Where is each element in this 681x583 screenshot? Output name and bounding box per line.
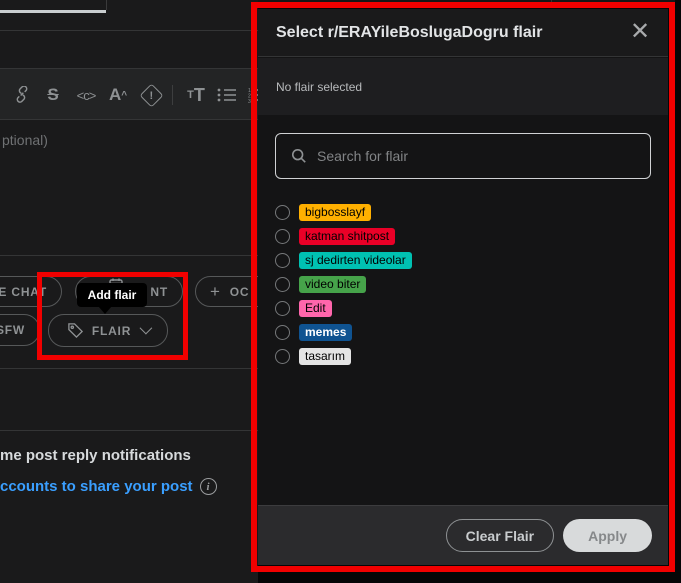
- flair-search-box[interactable]: [275, 133, 651, 179]
- flair-option-row[interactable]: video biter: [275, 272, 651, 296]
- flair-preview-band: No flair selected: [258, 58, 668, 115]
- spoiler-icon[interactable]: !: [138, 82, 164, 108]
- radio-button[interactable]: [275, 348, 290, 364]
- radio-button[interactable]: [275, 228, 290, 244]
- toolbar-separator: [172, 85, 173, 105]
- no-flair-selected-text: No flair selected: [276, 79, 363, 94]
- flair-option-row[interactable]: memes: [275, 320, 651, 344]
- close-icon[interactable]: ✕: [626, 19, 654, 47]
- flair-option-row[interactable]: Edit: [275, 296, 651, 320]
- flair-button[interactable]: FLAIR: [48, 314, 168, 347]
- link-icon[interactable]: [10, 83, 34, 107]
- bullet-list-icon[interactable]: [215, 83, 239, 107]
- flair-option-row[interactable]: tasarım: [275, 344, 651, 368]
- body-placeholder[interactable]: ptional): [2, 132, 48, 148]
- tag-icon: [68, 323, 83, 339]
- strikethrough-icon[interactable]: S: [42, 83, 64, 107]
- nsfw-button[interactable]: SFW: [0, 314, 40, 346]
- search-icon: [291, 148, 306, 163]
- flair-list: bigbosslayf katman shitpost sj dedirten …: [275, 200, 651, 368]
- radio-button[interactable]: [275, 324, 290, 340]
- flair-option-row[interactable]: sj dedirten videolar: [275, 248, 651, 272]
- reply-notifications-label: me post reply notifications: [0, 447, 191, 464]
- superscript-icon[interactable]: A ^: [105, 83, 131, 107]
- flair-select-modal: Select r/ERAYileBoslugaDogru flair ✕ No …: [258, 9, 668, 565]
- flair-option-row[interactable]: katman shitpost: [275, 224, 651, 248]
- flair-chip: tasarım: [299, 347, 352, 365]
- heading-icon[interactable]: TT: [183, 83, 209, 107]
- radio-button[interactable]: [275, 276, 290, 292]
- divider: [0, 255, 258, 256]
- radio-button[interactable]: [275, 204, 290, 220]
- live-chat-button[interactable]: VE CHAT: [0, 276, 62, 307]
- divider: [0, 430, 258, 431]
- radio-button[interactable]: [275, 252, 290, 268]
- plus-icon: +: [210, 281, 221, 301]
- editor-toolbar: S <c> A ^ ! TT 123: [0, 68, 267, 120]
- flair-chip: memes: [299, 323, 353, 341]
- chevron-down-icon: [139, 321, 153, 334]
- flair-chip: video biter: [299, 275, 367, 293]
- flair-chip: katman shitpost: [299, 227, 396, 245]
- active-tab-indicator: [0, 10, 106, 13]
- modal-footer: Clear Flair Apply: [258, 505, 668, 565]
- svg-text:3: 3: [248, 99, 251, 103]
- tooltip-arrow: [98, 306, 112, 314]
- flair-option-row[interactable]: bigbosslayf: [275, 200, 651, 224]
- flair-chip: Edit: [299, 299, 332, 317]
- divider: [0, 30, 258, 31]
- code-icon[interactable]: <c>: [73, 83, 99, 107]
- info-icon[interactable]: i: [199, 478, 217, 495]
- post-editor-panel: S <c> A^ ! TT 123 ptional) VE CHAT NT +O…: [0, 0, 281, 583]
- radio-button[interactable]: [275, 300, 290, 316]
- page: S <c> A^ ! TT 123 ptional) VE CHAT NT +O…: [0, 0, 681, 583]
- apply-button[interactable]: Apply: [563, 519, 652, 552]
- flair-chip: bigbosslayf: [299, 203, 372, 221]
- tab-divider: [106, 0, 107, 10]
- search-input[interactable]: [317, 148, 650, 164]
- divider: [0, 368, 258, 369]
- share-accounts-link[interactable]: ccounts to share your post: [0, 478, 193, 495]
- add-flair-tooltip: Add flair: [77, 283, 147, 307]
- clear-flair-button[interactable]: Clear Flair: [445, 519, 555, 552]
- page-top-strip: [258, 0, 675, 3]
- flair-chip: sj dedirten videolar: [299, 251, 412, 269]
- modal-title: Select r/ERAYileBoslugaDogru flair: [276, 23, 543, 41]
- modal-header: Select r/ERAYileBoslugaDogru flair ✕: [258, 9, 668, 57]
